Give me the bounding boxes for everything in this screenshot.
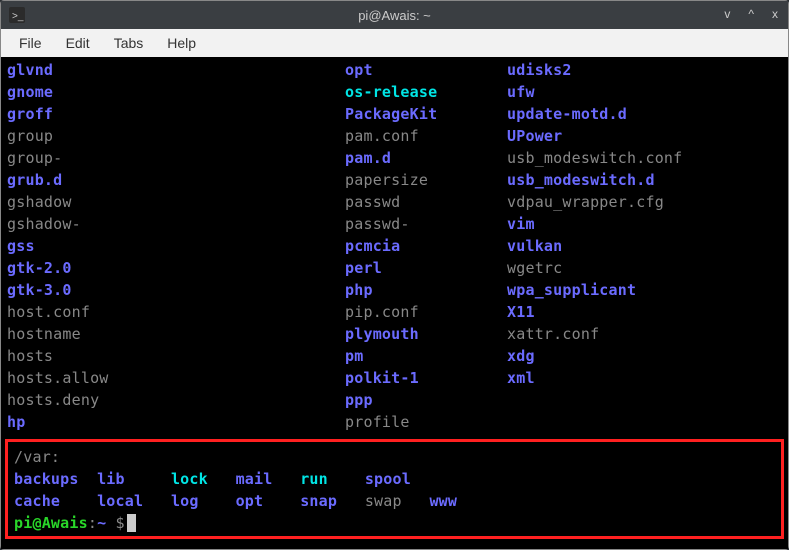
prompt-sep: : <box>88 514 97 532</box>
ls-entry: hosts.deny <box>7 389 345 411</box>
var-header: /var: <box>14 446 775 468</box>
close-button[interactable]: x <box>768 5 782 23</box>
var-entry: swap <box>365 492 430 510</box>
window-title: pi@Awais: ~ <box>358 8 431 23</box>
var-entry: local <box>97 492 171 510</box>
prompt-symbol: $ <box>106 514 124 532</box>
ls-columns: glvndgnomegroffgroupgroup-grub.dgshadowg… <box>7 59 782 433</box>
ls-entry: gtk-2.0 <box>7 257 345 279</box>
ls-entry: vdpau_wrapper.cfg <box>507 191 782 213</box>
var-entry: www <box>429 492 475 510</box>
ls-entry: host.conf <box>7 301 345 323</box>
ls-entry: grub.d <box>7 169 345 191</box>
ls-entry: gnome <box>7 81 345 103</box>
ls-entry: group <box>7 125 345 147</box>
ls-entry: pip.conf <box>345 301 507 323</box>
ls-col-3: udisks2ufwupdate-motd.dUPowerusb_modeswi… <box>507 59 782 433</box>
var-entry: snap <box>300 492 365 510</box>
ls-entry: passwd- <box>345 213 507 235</box>
var-entry: run <box>300 470 365 488</box>
ls-entry: usb_modeswitch.d <box>507 169 782 191</box>
ls-col-1: glvndgnomegroffgroupgroup-grub.dgshadowg… <box>7 59 345 433</box>
ls-entry: hp <box>7 411 345 433</box>
ls-entry: php <box>345 279 507 301</box>
ls-entry: papersize <box>345 169 507 191</box>
ls-entry: opt <box>345 59 507 81</box>
ls-entry: xml <box>507 367 782 389</box>
ls-entry: xattr.conf <box>507 323 782 345</box>
ls-entry: update-motd.d <box>507 103 782 125</box>
ls-entry: gshadow- <box>7 213 345 235</box>
var-row-1: backups lib lock mail run spool <box>14 468 775 490</box>
ls-entry: os-release <box>345 81 507 103</box>
menu-bar: File Edit Tabs Help <box>1 29 788 57</box>
prompt-path: ~ <box>97 514 106 532</box>
menu-file[interactable]: File <box>9 33 52 53</box>
ls-entry: hostname <box>7 323 345 345</box>
var-entry: opt <box>236 492 301 510</box>
var-entry: lock <box>171 470 236 488</box>
ls-entry: wpa_supplicant <box>507 279 782 301</box>
ls-entry: hosts <box>7 345 345 367</box>
minimize-button[interactable]: v <box>720 5 734 23</box>
ls-entry: vim <box>507 213 782 235</box>
ls-entry: ppp <box>345 389 507 411</box>
window-titlebar: >_ pi@Awais: ~ v ^ x <box>1 1 788 29</box>
cursor <box>127 514 136 532</box>
ls-entry: pam.d <box>345 147 507 169</box>
menu-help[interactable]: Help <box>157 33 206 53</box>
var-entry: spool <box>365 470 430 488</box>
prompt-userhost: pi@Awais <box>14 514 88 532</box>
terminal-icon: >_ <box>9 7 25 23</box>
ls-entry: PackageKit <box>345 103 507 125</box>
ls-entry: wgetrc <box>507 257 782 279</box>
ls-entry: pcmcia <box>345 235 507 257</box>
ls-entry: perl <box>345 257 507 279</box>
ls-entry: udisks2 <box>507 59 782 81</box>
ls-entry: pm <box>345 345 507 367</box>
ls-entry: gshadow <box>7 191 345 213</box>
ls-entry: hosts.allow <box>7 367 345 389</box>
ls-entry: plymouth <box>345 323 507 345</box>
ls-entry: polkit-1 <box>345 367 507 389</box>
ls-col-2: optos-releasePackageKitpam.confpam.dpape… <box>345 59 507 433</box>
menu-edit[interactable]: Edit <box>56 33 100 53</box>
ls-entry: ufw <box>507 81 782 103</box>
var-entry: log <box>171 492 236 510</box>
ls-entry: groff <box>7 103 345 125</box>
menu-tabs[interactable]: Tabs <box>104 33 154 53</box>
maximize-button[interactable]: ^ <box>744 5 758 23</box>
ls-entry: profile <box>345 411 507 433</box>
prompt-line: pi@Awais:~ $ <box>14 512 775 534</box>
highlighted-var-section: /var: backups lib lock mail run spool ca… <box>5 439 784 539</box>
ls-entry: usb_modeswitch.conf <box>507 147 782 169</box>
ls-entry: glvnd <box>7 59 345 81</box>
var-entry: lib <box>97 470 171 488</box>
ls-entry: X11 <box>507 301 782 323</box>
var-entry: cache <box>14 492 97 510</box>
ls-entry: vulkan <box>507 235 782 257</box>
ls-entry: passwd <box>345 191 507 213</box>
terminal-output[interactable]: glvndgnomegroffgroupgroup-grub.dgshadowg… <box>1 57 788 549</box>
var-entry: backups <box>14 470 97 488</box>
svg-text:>_: >_ <box>12 11 24 22</box>
ls-entry: xdg <box>507 345 782 367</box>
ls-entry: gss <box>7 235 345 257</box>
window-controls: v ^ x <box>720 5 782 23</box>
ls-entry: pam.conf <box>345 125 507 147</box>
var-row-2: cache local log opt snap swap www <box>14 490 775 512</box>
var-entry: mail <box>236 470 301 488</box>
ls-entry: UPower <box>507 125 782 147</box>
ls-entry: gtk-3.0 <box>7 279 345 301</box>
ls-entry: group- <box>7 147 345 169</box>
